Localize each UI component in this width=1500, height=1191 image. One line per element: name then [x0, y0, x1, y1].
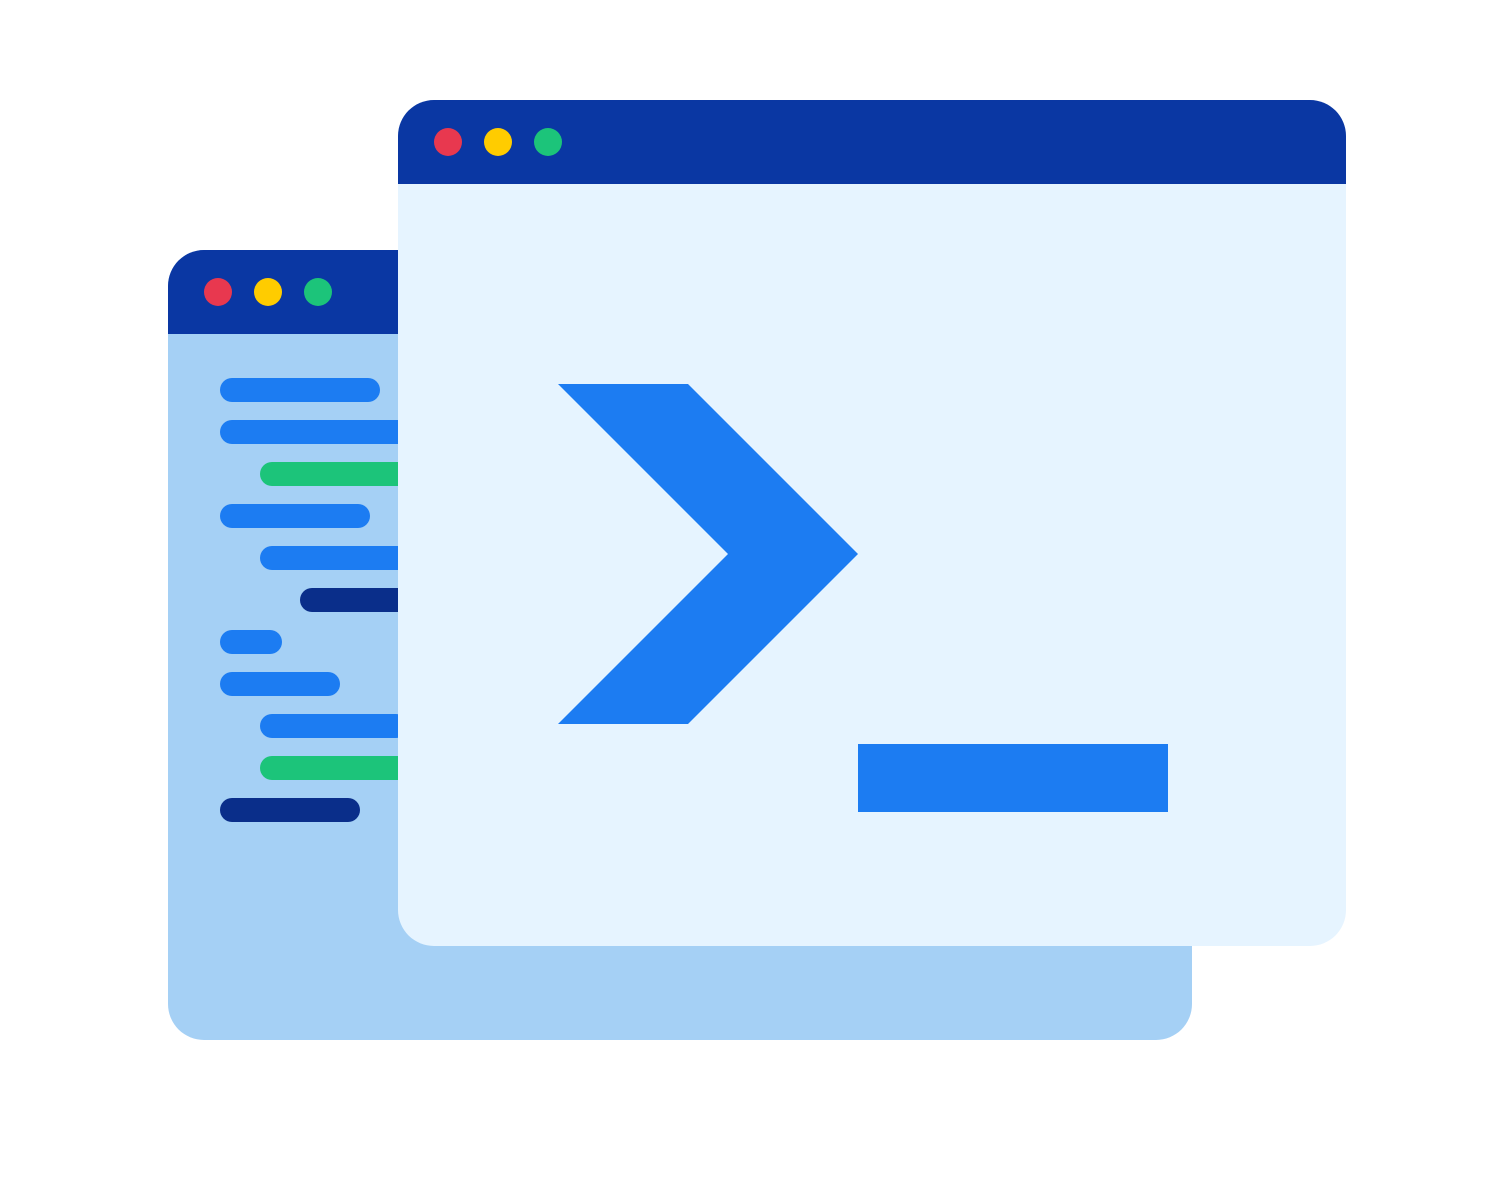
- code-line: [220, 672, 340, 696]
- zoom-icon[interactable]: [534, 128, 562, 156]
- minimize-icon[interactable]: [254, 278, 282, 306]
- minimize-icon[interactable]: [484, 128, 512, 156]
- code-line: [220, 798, 360, 822]
- terminal-body: [398, 184, 1346, 946]
- prompt-cursor-icon: [858, 744, 1168, 812]
- code-line: [260, 714, 408, 738]
- zoom-icon[interactable]: [304, 278, 332, 306]
- code-line: [220, 504, 370, 528]
- close-icon[interactable]: [434, 128, 462, 156]
- close-icon[interactable]: [204, 278, 232, 306]
- code-line: [220, 378, 380, 402]
- code-line: [220, 630, 282, 654]
- terminal-illustration: [110, 60, 1390, 1060]
- prompt-chevron-icon: [558, 384, 858, 724]
- terminal-titlebar: [398, 100, 1346, 184]
- terminal-window: [398, 100, 1346, 946]
